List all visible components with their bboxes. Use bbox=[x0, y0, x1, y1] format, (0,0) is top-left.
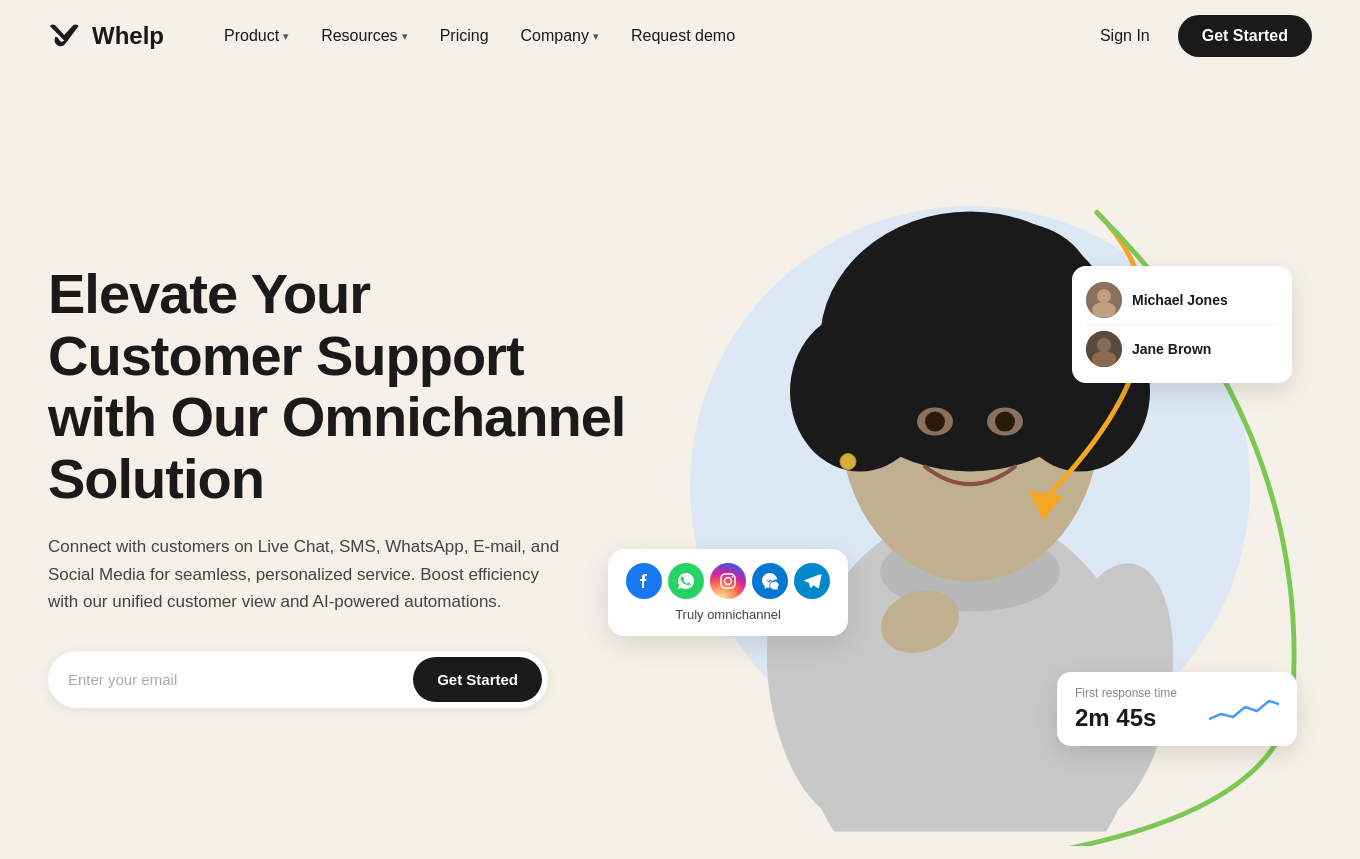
logo-icon bbox=[48, 22, 84, 50]
messenger-icon bbox=[752, 563, 788, 599]
svg-point-23 bbox=[1092, 351, 1116, 367]
response-info: First response time 2m 45s bbox=[1075, 686, 1177, 732]
telegram-icon bbox=[794, 563, 830, 599]
instagram-icon bbox=[710, 563, 746, 599]
contact-row-michael: Michael Jones bbox=[1086, 276, 1278, 324]
svg-point-22 bbox=[1097, 338, 1111, 352]
avatar-jane bbox=[1086, 331, 1122, 367]
facebook-icon bbox=[626, 563, 662, 599]
nav-item-company[interactable]: Company ▾ bbox=[509, 19, 611, 53]
whatsapp-icon bbox=[668, 563, 704, 599]
svg-point-19 bbox=[1097, 289, 1111, 303]
hero-title: Elevate Your Customer Support with Our O… bbox=[48, 263, 628, 509]
logo-link[interactable]: Whelp bbox=[48, 22, 164, 50]
svg-point-26 bbox=[732, 575, 734, 577]
svg-point-25 bbox=[725, 577, 732, 584]
email-form: Get Started bbox=[48, 651, 548, 708]
contact-name-michael: Michael Jones bbox=[1132, 292, 1228, 308]
contact-row-jane: Jane Brown bbox=[1086, 324, 1278, 373]
nav-item-product[interactable]: Product ▾ bbox=[212, 19, 301, 53]
contact-name-jane: Jane Brown bbox=[1132, 341, 1211, 357]
nav-item-request-demo[interactable]: Request demo bbox=[619, 19, 747, 53]
logo-text: Whelp bbox=[92, 22, 164, 50]
svg-point-14 bbox=[995, 411, 1015, 431]
svg-point-15 bbox=[840, 453, 856, 469]
get-started-hero-button[interactable]: Get Started bbox=[413, 657, 542, 702]
hero-left: Elevate Your Customer Support with Our O… bbox=[48, 263, 628, 708]
contacts-card: Michael Jones Jane Brown bbox=[1072, 266, 1292, 383]
get-started-nav-button[interactable]: Get Started bbox=[1178, 15, 1312, 57]
nav-links: Product ▾ Resources ▾ Pricing Company ▾ … bbox=[212, 19, 1088, 53]
svg-point-10 bbox=[930, 221, 1090, 341]
navbar: Whelp Product ▾ Resources ▾ Pricing Comp… bbox=[0, 0, 1360, 72]
chevron-down-icon: ▾ bbox=[283, 30, 289, 43]
svg-point-13 bbox=[925, 411, 945, 431]
response-label: First response time bbox=[1075, 686, 1177, 700]
sign-in-button[interactable]: Sign In bbox=[1088, 19, 1162, 53]
svg-point-20 bbox=[1092, 302, 1116, 318]
hero-illustration: Michael Jones Jane Brown bbox=[628, 126, 1312, 846]
omnichannel-card: Truly omnichannel bbox=[608, 549, 848, 636]
response-value: 2m 45s bbox=[1075, 704, 1177, 732]
social-icons-row bbox=[626, 563, 830, 599]
avatar-michael bbox=[1086, 282, 1122, 318]
hero-section: Elevate Your Customer Support with Our O… bbox=[0, 72, 1360, 859]
chevron-down-icon: ▾ bbox=[593, 30, 599, 43]
nav-item-pricing[interactable]: Pricing bbox=[428, 19, 501, 53]
response-time-card: First response time 2m 45s bbox=[1057, 672, 1297, 746]
nav-item-resources[interactable]: Resources ▾ bbox=[309, 19, 419, 53]
email-input[interactable] bbox=[68, 663, 413, 696]
nav-actions: Sign In Get Started bbox=[1088, 15, 1312, 57]
omni-label: Truly omnichannel bbox=[626, 607, 830, 622]
chevron-down-icon: ▾ bbox=[402, 30, 408, 43]
hero-subtitle: Connect with customers on Live Chat, SMS… bbox=[48, 533, 568, 615]
response-chart bbox=[1209, 689, 1279, 729]
